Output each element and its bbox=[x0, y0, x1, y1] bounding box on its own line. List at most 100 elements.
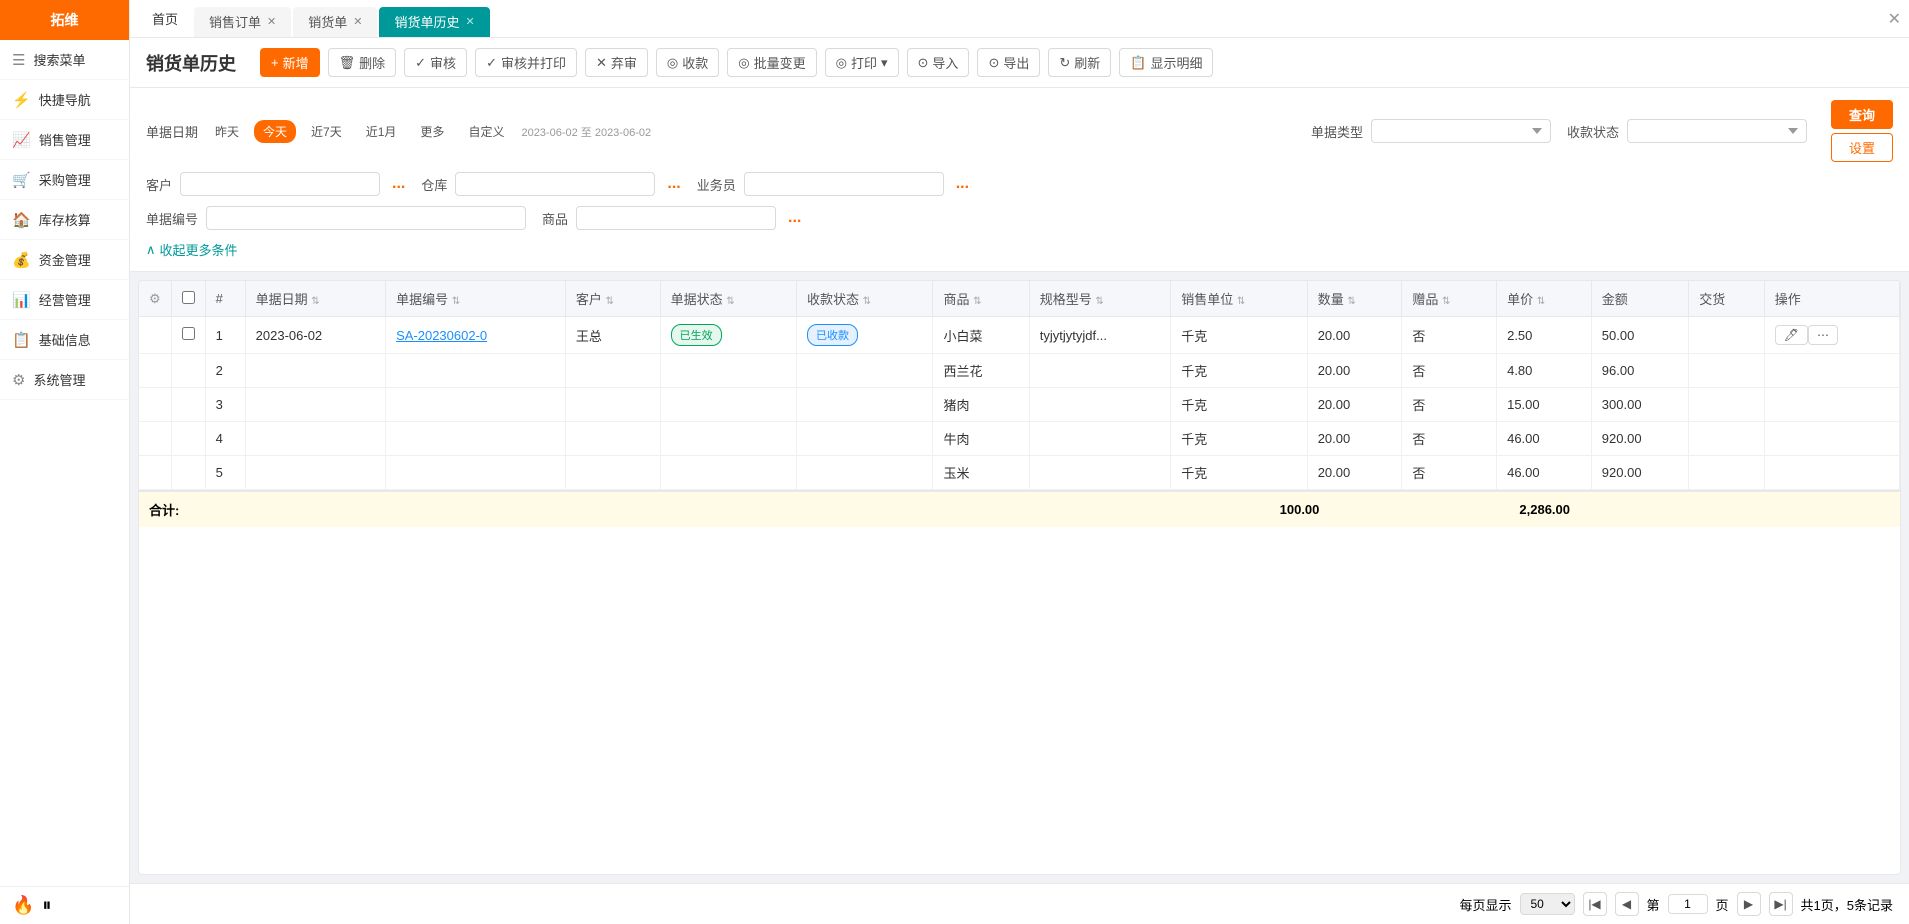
prev-page-btn[interactable]: ◀ bbox=[1615, 892, 1639, 916]
sidebar-item-operations[interactable]: 📊 经营管理 bbox=[0, 280, 129, 320]
sidebar-item-quick-nav[interactable]: ⚡ 快捷导航 bbox=[0, 80, 129, 120]
sort-spectype-icon[interactable]: ⇅ bbox=[1095, 296, 1103, 307]
col-doc-no[interactable]: 单据编号 ⇅ bbox=[386, 281, 566, 317]
col-quantity[interactable]: 数量 ⇅ bbox=[1307, 281, 1402, 317]
col-spec-type[interactable]: 规格型号 ⇅ bbox=[1029, 281, 1171, 317]
audit-button[interactable]: ✓ 审核 bbox=[404, 48, 467, 77]
show-detail-button[interactable]: 📋 显示明细 bbox=[1119, 48, 1213, 77]
sort-docno-icon[interactable]: ⇅ bbox=[452, 296, 460, 307]
goods-dots-btn[interactable]: ... bbox=[788, 209, 801, 227]
import-button[interactable]: ⊙ 导入 bbox=[907, 48, 970, 77]
cell-quantity: 20.00 bbox=[1307, 317, 1402, 354]
tab-sales-goods-close[interactable]: ✕ bbox=[353, 15, 362, 28]
staff-dots-btn[interactable]: ... bbox=[956, 175, 969, 193]
cell-row_no: 1 bbox=[205, 317, 245, 354]
tab-sales-goods[interactable]: 销货单 ✕ bbox=[293, 7, 377, 37]
sort-gift-icon[interactable]: ⇅ bbox=[1442, 296, 1450, 307]
cell-gift: 否 bbox=[1402, 388, 1497, 422]
sidebar-item-finance[interactable]: 💰 资金管理 bbox=[0, 240, 129, 280]
tab-home[interactable]: 首页 bbox=[138, 4, 192, 34]
export-icon: ⊙ bbox=[988, 55, 999, 71]
col-goods[interactable]: 商品 ⇅ bbox=[933, 281, 1029, 317]
sort-docstatus-icon[interactable]: ⇅ bbox=[726, 296, 734, 307]
new-button[interactable]: + 新增 bbox=[260, 48, 320, 77]
abandon-button[interactable]: ✕ 弃审 bbox=[585, 48, 648, 77]
warehouse-dots-btn[interactable]: ... bbox=[667, 175, 680, 193]
col-doc-status[interactable]: 单据状态 ⇅ bbox=[660, 281, 796, 317]
staff-input[interactable] bbox=[744, 172, 944, 196]
tab-sales-order[interactable]: 销售订单 ✕ bbox=[194, 7, 291, 37]
cell-unit_price: 46.00 bbox=[1497, 422, 1592, 456]
sort-collectstatus-icon[interactable]: ⇅ bbox=[863, 296, 871, 307]
customer-dots-btn[interactable]: ... bbox=[392, 175, 405, 193]
col-unit[interactable]: 销售单位 ⇅ bbox=[1171, 281, 1307, 317]
date-btn-today[interactable]: 今天 bbox=[254, 120, 296, 143]
sidebar-item-purchase-mgmt[interactable]: 🛒 采购管理 bbox=[0, 160, 129, 200]
first-page-btn[interactable]: |◀ bbox=[1583, 892, 1607, 916]
last-page-btn[interactable]: ▶| bbox=[1769, 892, 1793, 916]
batch-change-button[interactable]: ◎ 批量变更 bbox=[727, 48, 816, 77]
sort-quantity-icon[interactable]: ⇅ bbox=[1347, 296, 1355, 307]
tab-sales-history-close[interactable]: ✕ bbox=[466, 15, 475, 28]
next-page-btn[interactable]: ▶ bbox=[1737, 892, 1761, 916]
sort-goods-icon[interactable]: ⇅ bbox=[973, 296, 981, 307]
select-all-checkbox[interactable] bbox=[182, 291, 195, 304]
date-btn-1month[interactable]: 近1月 bbox=[357, 120, 406, 143]
audit-print-button[interactable]: ✓ 审核并打印 bbox=[475, 48, 577, 77]
col-collect-status[interactable]: 收款状态 ⇅ bbox=[797, 281, 933, 317]
date-btn-7days[interactable]: 近7天 bbox=[302, 120, 351, 143]
print-button[interactable]: ◎ 打印 ▾ bbox=[825, 48, 899, 77]
tab-sales-history[interactable]: 销货单历史 ✕ bbox=[379, 7, 489, 37]
more-action-btn[interactable]: ⋯ bbox=[1808, 325, 1838, 345]
tab-sales-history-label: 销货单历史 bbox=[394, 12, 459, 31]
sidebar-item-system[interactable]: ⚙ 系统管理 bbox=[0, 360, 129, 400]
doc-no-input[interactable] bbox=[206, 206, 526, 230]
edit-action-btn[interactable]: 🖊 bbox=[1775, 325, 1808, 345]
col-date[interactable]: 单据日期 ⇅ bbox=[245, 281, 385, 317]
sort-date-icon[interactable]: ⇅ bbox=[311, 296, 319, 307]
sidebar-fire-icon[interactable]: 🔥 bbox=[12, 895, 34, 916]
delete-button[interactable]: 🗑 删除 bbox=[328, 48, 397, 77]
collect-button[interactable]: ◎ 收款 bbox=[656, 48, 719, 77]
tabs-bar-close[interactable]: ✕ bbox=[1888, 9, 1901, 29]
collect-status-select[interactable] bbox=[1627, 119, 1807, 143]
customer-input[interactable] bbox=[180, 172, 380, 196]
row-gear bbox=[139, 422, 171, 456]
cell-amount: 50.00 bbox=[1591, 317, 1689, 354]
page-input[interactable] bbox=[1668, 894, 1708, 914]
cell-collect_status: 已收款 bbox=[797, 317, 933, 354]
per-page-select[interactable]: 50 100 200 bbox=[1520, 893, 1575, 915]
col-gear[interactable]: ⚙ bbox=[139, 281, 171, 317]
date-btn-yesterday[interactable]: 昨天 bbox=[206, 120, 248, 143]
row-checkbox[interactable] bbox=[182, 327, 195, 340]
col-gift[interactable]: 赠品 ⇅ bbox=[1402, 281, 1497, 317]
cell-transaction bbox=[1689, 388, 1764, 422]
cell-quantity: 20.00 bbox=[1307, 422, 1402, 456]
doc-type-select[interactable] bbox=[1371, 119, 1551, 143]
sidebar-pause-icon[interactable]: ⏸ bbox=[42, 895, 51, 916]
sort-customer-icon[interactable]: ⇅ bbox=[606, 296, 614, 307]
cell-date bbox=[245, 388, 385, 422]
sidebar-item-sales-mgmt[interactable]: 📈 销售管理 bbox=[0, 120, 129, 160]
sidebar-item-inventory[interactable]: 🏠 库存核算 bbox=[0, 200, 129, 240]
collapse-button[interactable]: ∧ 收起更多条件 bbox=[146, 240, 1893, 259]
total-label: 合计: bbox=[149, 500, 329, 519]
query-button[interactable]: 查询 bbox=[1831, 100, 1893, 129]
col-customer[interactable]: 客户 ⇅ bbox=[565, 281, 660, 317]
tab-sales-order-close[interactable]: ✕ bbox=[267, 15, 276, 28]
date-btn-more[interactable]: 更多 bbox=[411, 120, 453, 143]
sidebar-item-search-menu[interactable]: ☰ 搜索菜单 bbox=[0, 40, 129, 80]
cell-amount: 920.00 bbox=[1591, 422, 1689, 456]
goods-input[interactable] bbox=[576, 206, 776, 230]
sort-unitprice-icon[interactable]: ⇅ bbox=[1537, 296, 1545, 307]
date-btn-custom[interactable]: 自定义 bbox=[459, 120, 513, 143]
cell-gift: 否 bbox=[1402, 422, 1497, 456]
collect-label: 收款 bbox=[682, 53, 708, 72]
settings-button[interactable]: 设置 bbox=[1831, 133, 1893, 162]
col-unit-price[interactable]: 单价 ⇅ bbox=[1497, 281, 1592, 317]
sidebar-item-basic-info[interactable]: 📋 基础信息 bbox=[0, 320, 129, 360]
sort-unit-icon[interactable]: ⇅ bbox=[1237, 296, 1245, 307]
export-button[interactable]: ⊙ 导出 bbox=[977, 48, 1040, 77]
warehouse-input[interactable] bbox=[455, 172, 655, 196]
refresh-button[interactable]: ↻ 刷新 bbox=[1048, 48, 1111, 77]
